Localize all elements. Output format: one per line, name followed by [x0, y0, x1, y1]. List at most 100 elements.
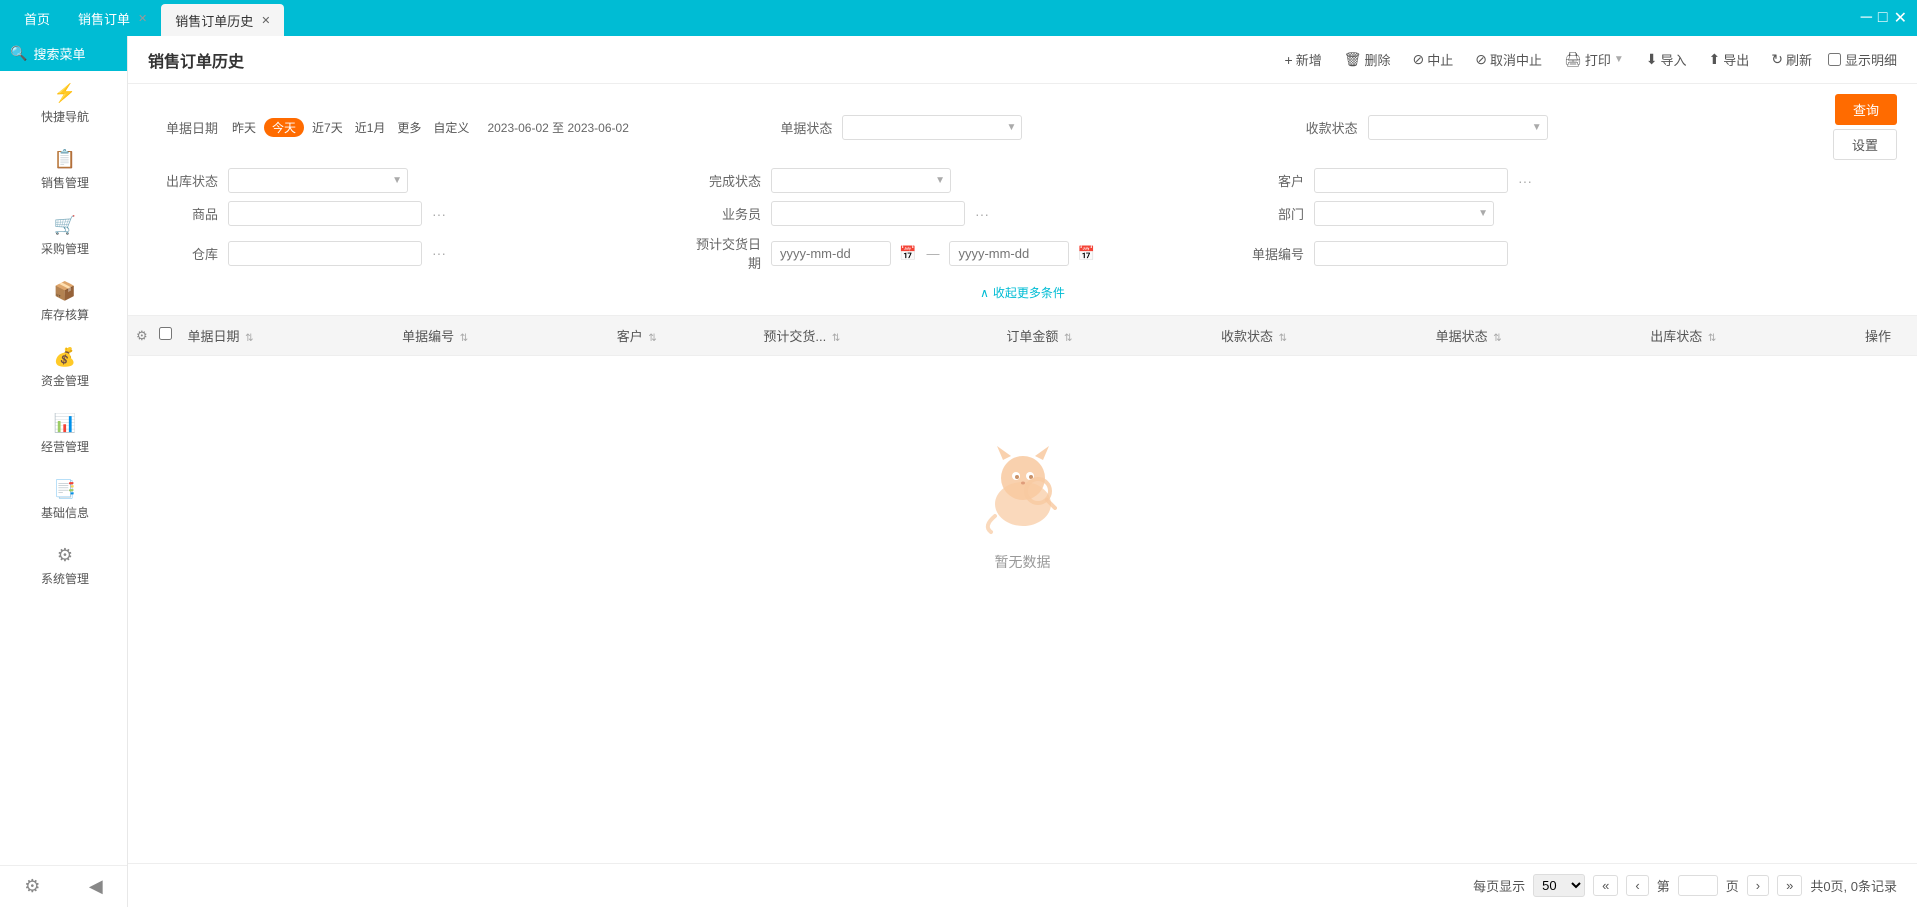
- print-arrow-icon: ▼: [1614, 54, 1624, 65]
- new-button[interactable]: + 新增: [1279, 46, 1328, 73]
- sidebar-bottom: ⚙ ◀: [0, 865, 127, 907]
- col-customer-sort-icon[interactable]: ⇅: [648, 333, 656, 344]
- filter-customer-section: ···: [1314, 168, 1777, 193]
- col-number-sort-icon[interactable]: ⇅: [460, 333, 468, 344]
- sidebar-item-basic-info[interactable]: 📑 基础信息: [0, 467, 127, 533]
- tab-sales-order[interactable]: 销售订单 ✕: [64, 0, 161, 36]
- sidebar-search[interactable]: 🔍 搜索菜单: [0, 36, 127, 71]
- filter-label-customer: 客户: [1234, 171, 1314, 190]
- sidebar-item-quick-nav-label: 快捷导航: [41, 108, 89, 125]
- tab-sales-order-close[interactable]: ✕: [138, 12, 147, 25]
- sidebar-collapse-button[interactable]: ◀: [89, 876, 103, 897]
- import-button[interactable]: ⬇ 导入: [1640, 46, 1693, 73]
- settings-icon[interactable]: ⚙: [136, 328, 148, 343]
- sidebar-item-operations[interactable]: 📊 经营管理: [0, 401, 127, 467]
- col-doc-status-label: 单据状态: [1436, 329, 1488, 344]
- col-doc-status-sort-icon[interactable]: ⇅: [1493, 333, 1501, 344]
- sidebar-search-label[interactable]: 搜索菜单: [33, 44, 85, 63]
- sidebar-item-inventory[interactable]: 📦 库存核算: [0, 269, 127, 335]
- sidebar-item-purchase-mgmt[interactable]: 🛒 采购管理: [0, 203, 127, 269]
- sidebar-item-sales-mgmt[interactable]: 📋 销售管理: [0, 137, 127, 203]
- sidebar-item-system-mgmt[interactable]: ⚙ 系统管理: [0, 533, 127, 599]
- tab-home[interactable]: 首页: [10, 0, 64, 36]
- complete-status-select[interactable]: [771, 168, 951, 193]
- query-button[interactable]: 查询: [1835, 94, 1897, 125]
- page-input[interactable]: 1: [1678, 875, 1718, 896]
- collapse-button[interactable]: ∧ 收起更多条件: [148, 280, 1897, 305]
- content-area: 销售订单历史 + 新增 🗑 删除 ⊘ 中止 ⊘ 取消中止: [128, 36, 1917, 907]
- department-select[interactable]: [1314, 201, 1494, 226]
- delivery-date-to-input[interactable]: [949, 241, 1069, 266]
- delete-button[interactable]: 🗑 删除: [1338, 46, 1397, 73]
- set-button[interactable]: 设置: [1833, 129, 1897, 160]
- display-detail-toggle[interactable]: 显示明细: [1828, 50, 1897, 69]
- col-out-status-label: 出库状态: [1650, 329, 1702, 344]
- next-page-button[interactable]: ›: [1747, 875, 1769, 896]
- refresh-button[interactable]: ↻ 刷新: [1765, 46, 1818, 73]
- cancel-stop-button[interactable]: ⊘ 取消中止: [1469, 46, 1548, 73]
- sidebar: 🔍 搜索菜单 ⚡ 快捷导航 📋 销售管理 🛒 采购管理 📦 库存核算 💰 资金管…: [0, 36, 128, 907]
- select-all-checkbox[interactable]: [159, 327, 172, 340]
- sidebar-item-quick-nav[interactable]: ⚡ 快捷导航: [0, 71, 127, 137]
- export-button[interactable]: ⬆ 导出: [1702, 46, 1755, 73]
- product-input[interactable]: [228, 201, 422, 226]
- minimize-button[interactable]: ─: [1861, 9, 1872, 27]
- per-page-select[interactable]: 10 20 50 100: [1533, 874, 1585, 897]
- sales-mgmt-icon: 📋: [54, 149, 76, 170]
- col-date-sort-icon[interactable]: ⇅: [245, 333, 253, 344]
- stop-button[interactable]: ⊘ 中止: [1407, 46, 1460, 73]
- date-btn-more[interactable]: 更多: [393, 118, 425, 137]
- close-button[interactable]: ✕: [1894, 8, 1907, 28]
- col-payment-status-sort-icon[interactable]: ⇅: [1279, 333, 1287, 344]
- first-page-button[interactable]: «: [1593, 875, 1618, 896]
- payment-status-select-wrapper: ▼: [1368, 115, 1548, 140]
- quick-nav-icon: ⚡: [54, 83, 76, 104]
- delivery-date-from-cal-icon[interactable]: 📅: [899, 245, 916, 262]
- out-status-select[interactable]: [228, 168, 408, 193]
- tab-sales-order-history[interactable]: 销售订单历史 ✕: [161, 4, 284, 36]
- table-header-checkbox-cell: ⚙: [128, 316, 180, 356]
- col-number-label: 单据编号: [402, 329, 454, 344]
- stop-label: 中止: [1427, 50, 1453, 69]
- date-btn-custom[interactable]: 自定义: [429, 118, 473, 137]
- col-amount-sort-icon[interactable]: ⇅: [1064, 333, 1072, 344]
- collapse-label: 收起更多条件: [993, 284, 1065, 301]
- col-ops: 操作: [1857, 316, 1917, 356]
- display-detail-checkbox[interactable]: [1828, 53, 1841, 66]
- data-table: ⚙ 单据日期 ⇅ 单据编号 ⇅: [128, 316, 1917, 356]
- tab-sales-order-history-close[interactable]: ✕: [261, 14, 270, 27]
- col-delivery-date-sort-icon[interactable]: ⇅: [832, 333, 840, 344]
- date-btn-yesterday[interactable]: 昨天: [228, 118, 260, 137]
- date-quick-buttons: 昨天 今天 近7天 近1月 更多 自定义: [228, 118, 473, 137]
- delivery-date-to-cal-icon[interactable]: 📅: [1077, 245, 1094, 262]
- product-dots-button[interactable]: ···: [432, 206, 446, 222]
- customer-dots-button[interactable]: ···: [1518, 173, 1532, 189]
- collapse-up-icon: ∧: [980, 286, 989, 300]
- warehouse-input[interactable]: [228, 241, 422, 266]
- date-btn-today[interactable]: 今天: [264, 118, 304, 137]
- delivery-date-from-input[interactable]: [771, 241, 891, 266]
- table-header-row: ⚙ 单据日期 ⇅ 单据编号 ⇅: [128, 316, 1917, 356]
- salesman-dots-button[interactable]: ···: [975, 206, 989, 222]
- sidebar-item-system-mgmt-label: 系统管理: [41, 570, 89, 587]
- salesman-input[interactable]: [771, 201, 965, 226]
- maximize-button[interactable]: □: [1878, 9, 1888, 27]
- filter-label-salesman: 业务员: [691, 204, 771, 223]
- sidebar-item-purchase-mgmt-label: 采购管理: [41, 240, 89, 257]
- complete-status-select-wrapper: ▼: [771, 168, 951, 193]
- prev-page-button[interactable]: ‹: [1626, 875, 1648, 896]
- last-page-button[interactable]: »: [1777, 875, 1802, 896]
- doc-status-select[interactable]: [842, 115, 1022, 140]
- date-btn-1month[interactable]: 近1月: [351, 118, 390, 137]
- empty-icon: [973, 436, 1073, 536]
- stop-icon: ⊘: [1413, 51, 1425, 68]
- customer-input[interactable]: [1314, 168, 1508, 193]
- sidebar-settings-button[interactable]: ⚙: [24, 876, 40, 897]
- doc-number-input[interactable]: [1314, 241, 1508, 266]
- payment-status-select[interactable]: [1368, 115, 1548, 140]
- sidebar-item-finance[interactable]: 💰 资金管理: [0, 335, 127, 401]
- print-button[interactable]: 🖨 打印 ▼: [1558, 46, 1630, 73]
- col-out-status-sort-icon[interactable]: ⇅: [1708, 333, 1716, 344]
- warehouse-dots-button[interactable]: ···: [432, 245, 446, 261]
- date-btn-7days[interactable]: 近7天: [308, 118, 347, 137]
